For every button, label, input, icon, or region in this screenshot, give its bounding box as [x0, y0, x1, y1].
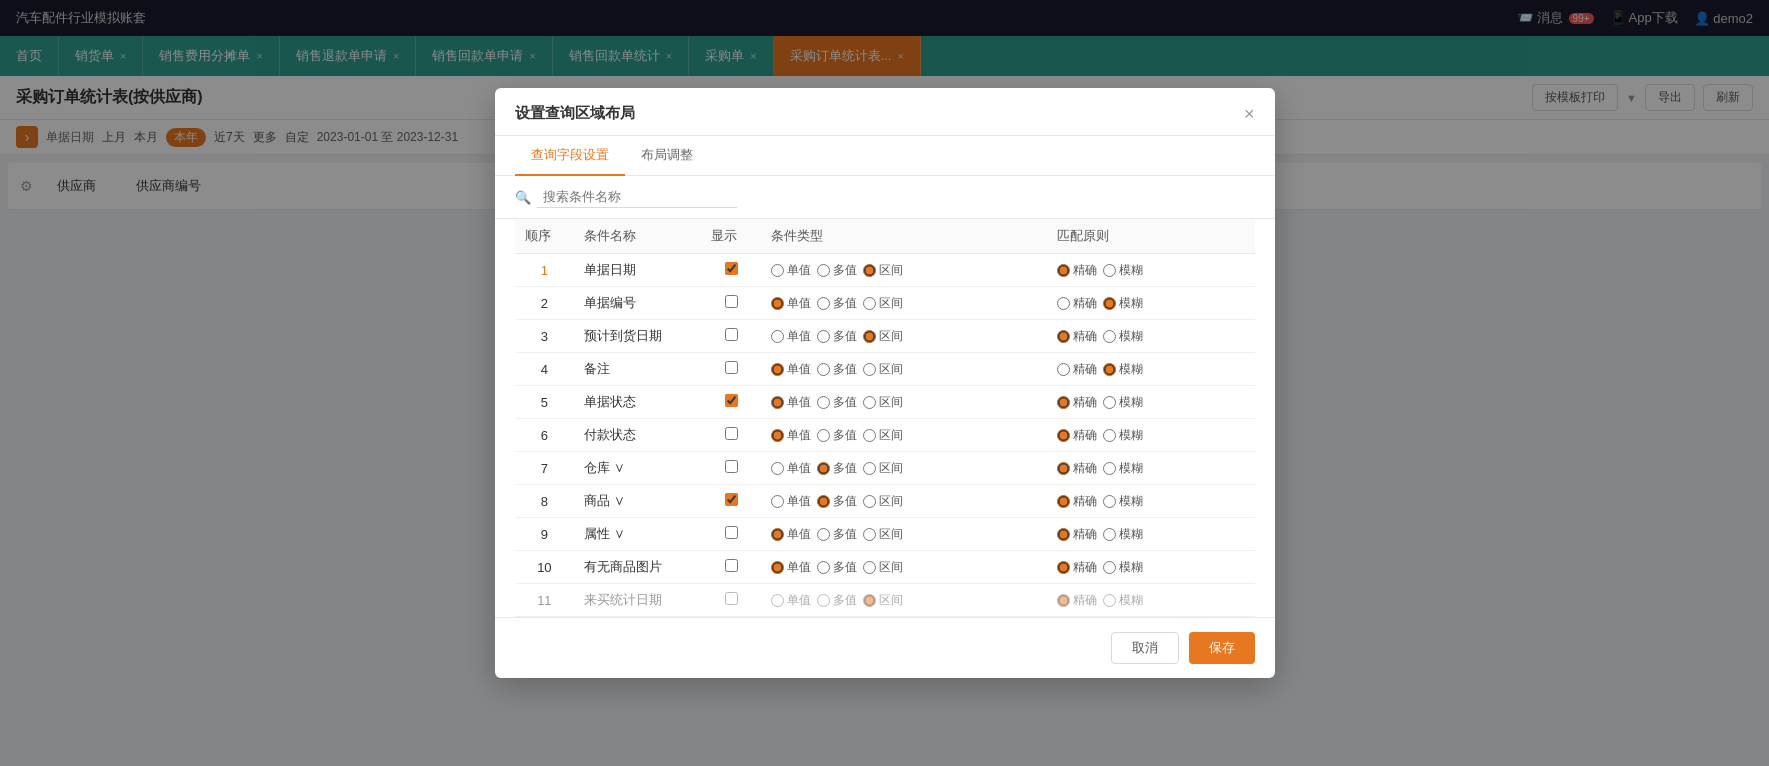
search-input[interactable] [537, 186, 737, 208]
modal-tabs: 查询字段设置 布局调整 [495, 136, 1275, 176]
modal-search-area: 🔍 [495, 176, 1275, 218]
tab-query-fields[interactable]: 查询字段设置 [515, 136, 625, 176]
modal-overlay: 设置查询区域布局 × 查询字段设置 布局调整 🔍 顺序 条件名称 [0, 0, 1769, 218]
search-icon: 🔍 [515, 190, 531, 205]
modal-header: 设置查询区域布局 × [495, 88, 1275, 136]
modal-close-button[interactable]: × [1244, 105, 1255, 123]
tab-layout-adjust[interactable]: 布局调整 [625, 136, 709, 176]
modal-title: 设置查询区域布局 [515, 104, 635, 123]
settings-modal: 设置查询区域布局 × 查询字段设置 布局调整 🔍 顺序 条件名称 [495, 88, 1275, 218]
